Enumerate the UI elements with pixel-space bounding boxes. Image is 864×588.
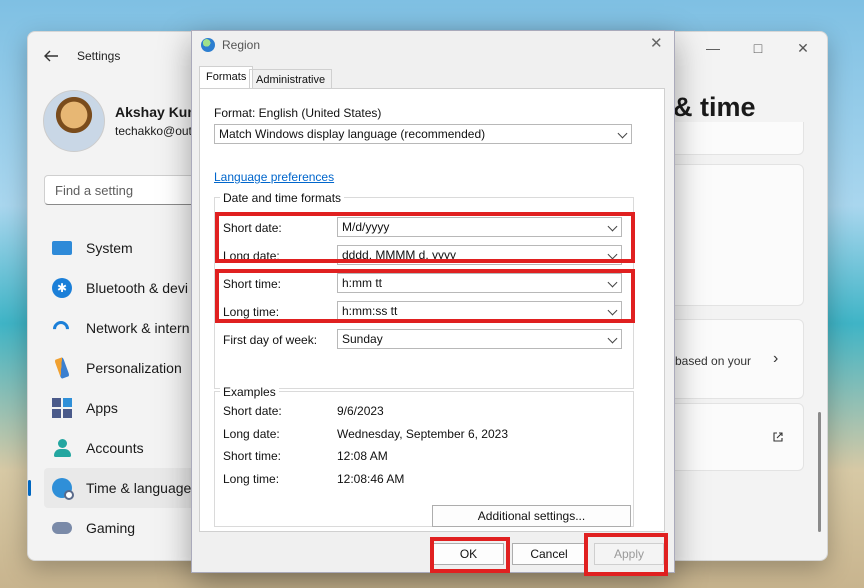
close-icon[interactable]: ✕	[791, 40, 815, 57]
network-icon	[52, 318, 72, 338]
back-arrow-icon[interactable]	[42, 48, 60, 64]
gaming-icon	[52, 522, 72, 534]
dialog-title: Region	[222, 38, 261, 52]
example-short-time-label: Short time:	[223, 449, 282, 463]
example-short-date-label: Short date:	[223, 404, 282, 418]
bluetooth-icon: ✱	[52, 278, 72, 298]
highlight-ok-button	[430, 537, 510, 573]
system-icon	[52, 241, 72, 255]
example-long-date-label: Long date:	[223, 427, 280, 441]
examples-group-title: Examples	[220, 385, 279, 399]
open-external-icon[interactable]	[772, 431, 784, 443]
highlight-time-formats	[215, 269, 635, 323]
format-select[interactable]: Match Windows display language (recommen…	[214, 124, 632, 144]
sidebar-item-label: Gaming	[86, 520, 136, 536]
sidebar-item-label: Bluetooth & devi	[86, 280, 188, 296]
apps-icon	[52, 398, 72, 418]
highlight-apply-button	[584, 533, 668, 576]
sidebar-item-label: Apps	[86, 400, 118, 416]
page-title: & time	[673, 92, 756, 122]
minimize-icon[interactable]: —	[701, 40, 725, 56]
chevron-down-icon	[607, 333, 618, 344]
settings-title: Settings	[77, 49, 121, 63]
user-email: techakko@out	[115, 124, 192, 138]
maximize-icon[interactable]: □	[746, 40, 770, 56]
personalization-icon	[54, 357, 70, 379]
first-day-label: First day of week:	[223, 333, 318, 347]
sidebar-item-label: Personalization	[86, 360, 182, 376]
time-language-icon	[52, 478, 74, 500]
cancel-button[interactable]: Cancel	[512, 543, 586, 565]
card-description: based on your	[675, 354, 752, 368]
first-day-select[interactable]: Sunday	[337, 329, 622, 349]
example-short-date-value: 9/6/2023	[337, 404, 384, 418]
format-value: Match Windows display language (recommen…	[219, 127, 486, 141]
accounts-icon	[52, 438, 72, 458]
sidebar-item-label: Network & intern	[86, 320, 190, 336]
active-indicator	[28, 480, 31, 496]
chevron-down-icon	[617, 128, 628, 139]
formats-group-title: Date and time formats	[220, 191, 345, 205]
sidebar-item-label: Time & language	[86, 480, 192, 496]
user-name: Akshay Kum	[115, 104, 200, 120]
additional-settings-button[interactable]: Additional settings...	[432, 505, 631, 527]
tab-administrative[interactable]: Administrative	[249, 69, 333, 89]
language-preferences-link[interactable]: Language preferences	[214, 170, 334, 184]
first-day-value: Sunday	[342, 332, 383, 346]
avatar[interactable]	[43, 90, 105, 152]
scrollbar[interactable]	[818, 412, 821, 532]
globe-icon	[201, 38, 215, 52]
example-long-time-label: Long time:	[223, 472, 280, 486]
tab-formats[interactable]: Formats	[199, 66, 254, 89]
example-short-time-value: 12:08 AM	[337, 449, 388, 463]
sidebar-item-label: System	[86, 240, 133, 256]
example-long-time-value: 12:08:46 AM	[337, 472, 405, 486]
example-long-date-value: Wednesday, September 6, 2023	[337, 427, 508, 441]
chevron-right-icon[interactable]: ›	[773, 350, 778, 368]
format-label: Format: English (United States)	[214, 106, 382, 120]
close-icon[interactable]: ✕	[650, 34, 663, 52]
highlight-date-formats	[215, 212, 635, 263]
sidebar-item-label: Accounts	[86, 440, 144, 456]
